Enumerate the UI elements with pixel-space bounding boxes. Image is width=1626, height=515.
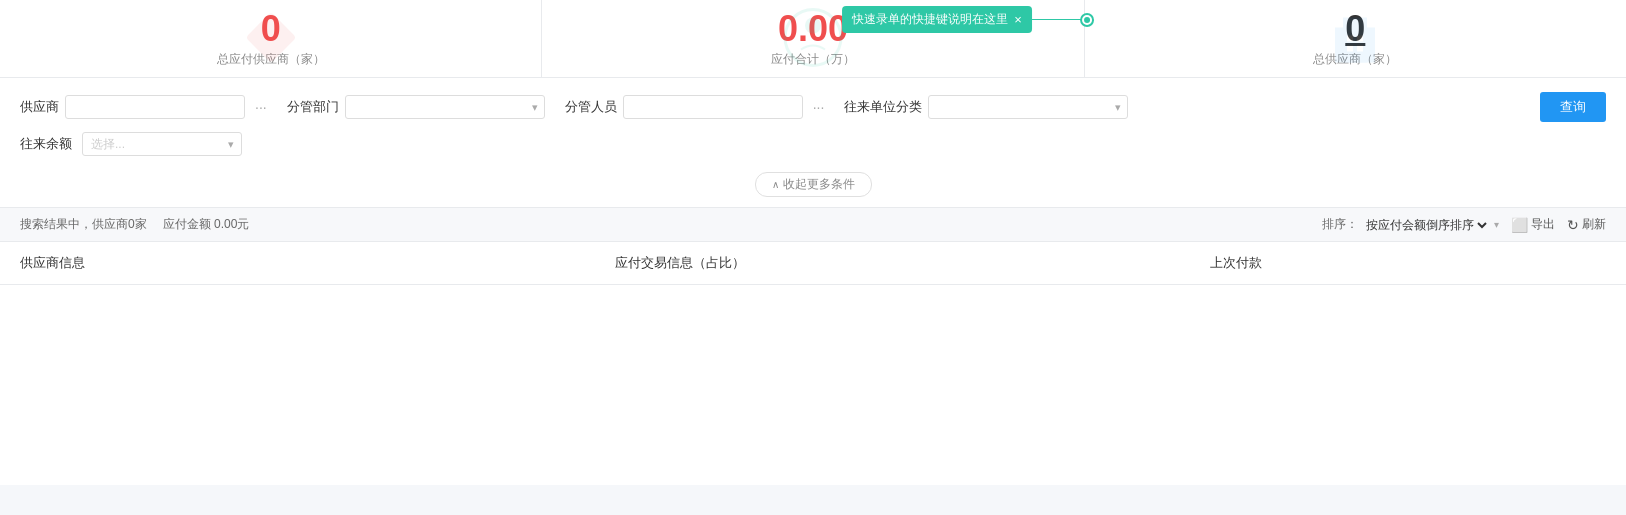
export-icon: ⬜ [1511, 217, 1528, 233]
filter-row-2: 往来余额 选择... ▾ [20, 132, 1606, 156]
filter-supplier: 供应商 ··· [20, 95, 267, 119]
stat3-label: 总供应商（家） [1313, 51, 1397, 68]
dept-input[interactable] [346, 96, 526, 118]
collapse-label: 收起更多条件 [783, 176, 855, 193]
stat1-label: 总应付供应商（家） [217, 51, 325, 68]
collapse-bar: ∧ 收起更多条件 [20, 166, 1606, 207]
sort-wrap: 排序： 按应付会额倒序排序 ▾ [1322, 216, 1499, 233]
tooltip-close-btn[interactable]: × [1014, 12, 1022, 27]
collapse-button[interactable]: ∧ 收起更多条件 [755, 172, 872, 197]
balance-select[interactable]: 选择... [82, 132, 242, 156]
results-right: 排序： 按应付会额倒序排序 ▾ ⬜ 导出 ↻ 刷新 [1322, 216, 1606, 233]
table-header: 供应商信息 应付交易信息（占比） 上次付款 [0, 242, 1626, 285]
refresh-button[interactable]: ↻ 刷新 [1567, 216, 1606, 233]
person-label: 分管人员 [565, 98, 617, 116]
export-label: 导出 [1531, 216, 1555, 233]
dept-label: 分管部门 [287, 98, 339, 116]
dept-chevron-icon: ▾ [526, 101, 544, 114]
supplier-label: 供应商 [20, 98, 59, 116]
stats-bar: 供 0 总应付供应商（家） 快速录单的快捷键说明在这里 × 0.00 应付合计（… [0, 0, 1626, 78]
sort-chevron-icon: ▾ [1494, 219, 1499, 230]
tooltip-line [1032, 19, 1082, 20]
refresh-label: 刷新 [1582, 216, 1606, 233]
stat-suppliers-payable: 供 0 总应付供应商（家） [0, 0, 542, 77]
results-text2: 应付金额 0.00元 [163, 216, 250, 233]
stat-payable-total: 快速录单的快捷键说明在这里 × 0.00 应付合计（万） [542, 0, 1084, 77]
filter-unit: 往来单位分类 ▾ [844, 95, 1128, 119]
unit-input-wrap[interactable]: ▾ [928, 95, 1128, 119]
results-text1: 搜索结果中，供应商0家 [20, 216, 147, 233]
person-dots-btn[interactable]: ··· [813, 99, 825, 115]
filter-person: 分管人员 ··· [565, 95, 825, 119]
balance-label: 往来余额 [20, 135, 72, 153]
chevron-up-icon: ∧ [772, 179, 779, 190]
results-left: 搜索结果中，供应商0家 应付金额 0.00元 [20, 216, 249, 233]
tooltip-text: 快速录单的快捷键说明在这里 [852, 11, 1008, 28]
unit-label: 往来单位分类 [844, 98, 922, 116]
supplier-dots-btn[interactable]: ··· [255, 99, 267, 115]
unit-input[interactable] [929, 96, 1109, 118]
sort-label: 排序： [1322, 216, 1358, 233]
col-transaction-info: 应付交易信息（占比） [615, 254, 1210, 272]
stat-total-suppliers: 0 总供应商（家） [1085, 0, 1626, 77]
stat1-number: 0 [261, 9, 281, 49]
tooltip-dot [1082, 15, 1092, 25]
tooltip-bubble: 快速录单的快捷键说明在这里 × [842, 6, 1032, 33]
query-button[interactable]: 查询 [1540, 92, 1606, 122]
col-supplier-info: 供应商信息 [20, 254, 615, 272]
refresh-icon: ↻ [1567, 217, 1579, 233]
balance-select-wrap: 选择... ▾ [82, 132, 242, 156]
filter-row-1: 供应商 ··· 分管部门 ▾ 分管人员 ··· 往来单位分类 ▾ [20, 92, 1606, 122]
export-button[interactable]: ⬜ 导出 [1511, 216, 1555, 233]
results-bar: 搜索结果中，供应商0家 应付金额 0.00元 排序： 按应付会额倒序排序 ▾ ⬜… [0, 208, 1626, 242]
person-input[interactable] [623, 95, 803, 119]
filter-area: 供应商 ··· 分管部门 ▾ 分管人员 ··· 往来单位分类 ▾ [0, 78, 1626, 208]
stat2-number: 0.00 [778, 9, 848, 49]
sort-select[interactable]: 按应付会额倒序排序 [1362, 217, 1490, 233]
stat3-number: 0 [1345, 9, 1365, 49]
dept-input-wrap[interactable]: ▾ [345, 95, 545, 119]
col-last-payment: 上次付款 [1210, 254, 1607, 272]
unit-chevron-icon: ▾ [1109, 101, 1127, 114]
filter-dept: 分管部门 ▾ [287, 95, 545, 119]
supplier-input[interactable] [65, 95, 245, 119]
stat2-label: 应付合计（万） [771, 51, 855, 68]
table-body [0, 285, 1626, 485]
